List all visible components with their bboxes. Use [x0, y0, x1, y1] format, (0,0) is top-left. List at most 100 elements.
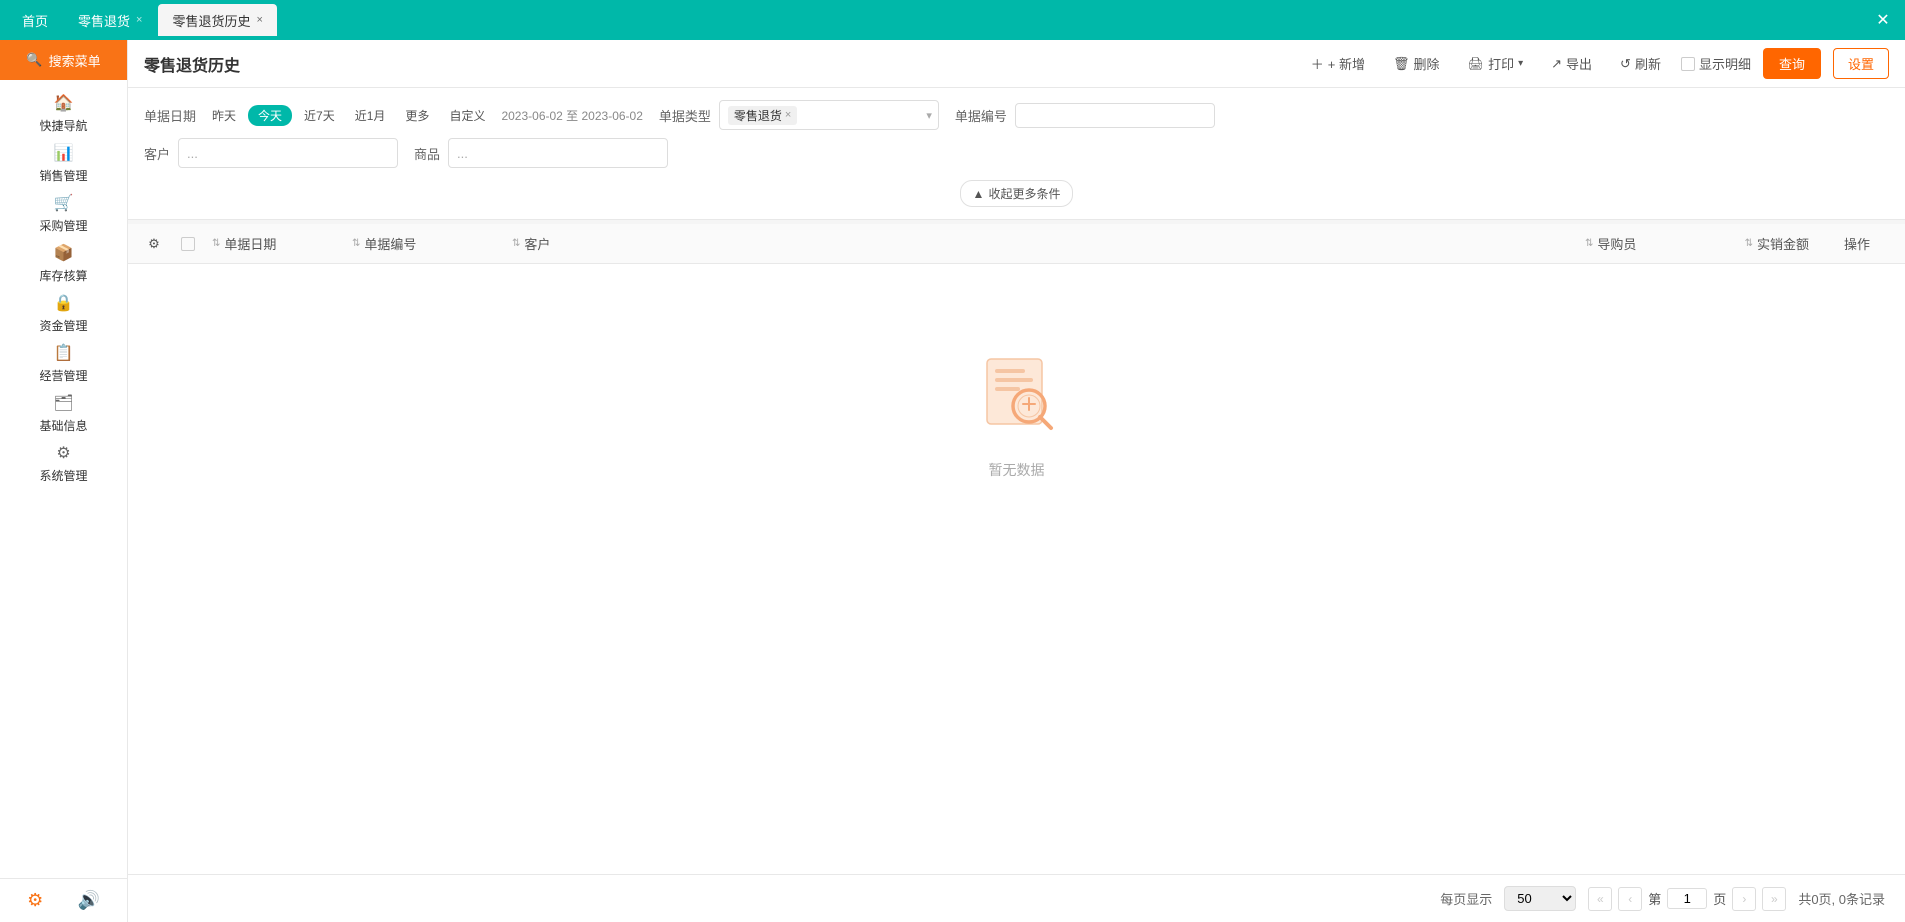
th-customer-label: 客户 — [524, 234, 550, 253]
total-info: 共0页, 0条记录 — [1798, 889, 1885, 908]
th-billno[interactable]: ⇅ 单据编号 — [344, 234, 504, 253]
print-dropdown-icon: ▾ — [1518, 58, 1523, 69]
sidebar-item-system[interactable]: ⚙ 系统管理 — [0, 438, 127, 488]
main-layout: 🔍 搜索菜单 🏠 快捷导航 📊 销售管理 🛒 采购管理 📦 库存核算 🔒 — [0, 40, 1905, 922]
empty-state: 暂无数据 — [128, 264, 1905, 560]
clipboard-icon: 📋 — [54, 343, 74, 363]
collapse-icon: ▲ — [973, 187, 985, 201]
th-customer[interactable]: ⇅ 客户 — [504, 234, 1577, 253]
bill-type-tag-close[interactable]: × — [785, 109, 791, 121]
collapse-filter-button[interactable]: ▲ 收起更多条件 — [960, 180, 1074, 207]
sidebar-item-finance[interactable]: 🔒 资金管理 — [0, 288, 127, 338]
new-label: + 新增 — [1328, 54, 1365, 73]
window-close-button[interactable]: ✕ — [1869, 6, 1897, 34]
select-all-checkbox[interactable] — [181, 237, 195, 251]
sidebar-item-operations[interactable]: 📋 经营管理 — [0, 338, 127, 388]
next-page-btn[interactable]: › — [1732, 887, 1756, 911]
setting-button[interactable]: 设置 — [1833, 48, 1889, 79]
tab-return-history-label: 零售退货历史 — [172, 11, 250, 30]
database-icon: 🗂 — [53, 393, 73, 413]
export-label: 导出 — [1566, 54, 1592, 73]
custom-btn[interactable]: 自定义 — [441, 105, 493, 126]
sidebar-item-quick-nav-label: 快捷导航 — [39, 117, 87, 134]
sidebar-item-quick-nav[interactable]: 🏠 快捷导航 — [0, 88, 127, 138]
goods-select[interactable]: ... — [448, 138, 668, 168]
yesterday-btn[interactable]: 昨天 — [204, 105, 244, 126]
th-amount-label: 实销金额 — [1757, 234, 1809, 253]
tab-return-close[interactable]: × — [136, 14, 142, 26]
export-icon: ↗ — [1551, 56, 1562, 72]
gear-icon: ⚙ — [56, 443, 70, 463]
sidebar-item-base-info-label: 基础信息 — [39, 417, 87, 434]
show-detail-checkbox[interactable] — [1681, 57, 1695, 71]
sidebar-item-base-info[interactable]: 🗂 基础信息 — [0, 388, 127, 438]
table-header: ⚙ ⇅ 单据日期 ⇅ 单据编号 ⇅ 客户 ⇅ — [128, 224, 1905, 264]
last-page-btn[interactable]: » — [1762, 887, 1786, 911]
column-settings-icon[interactable]: ⚙ — [148, 236, 160, 252]
customer-filter-item: 客户 ... — [144, 138, 398, 168]
volume-icon[interactable]: 🔊 — [77, 890, 99, 911]
goods-placeholder: ... — [457, 146, 468, 161]
th-guide-label: 导购员 — [1597, 234, 1636, 253]
per-page-select[interactable]: 20 50 100 — [1504, 886, 1576, 911]
th-date[interactable]: ⇅ 单据日期 — [204, 234, 344, 253]
sidebar-menu: 🏠 快捷导航 📊 销售管理 🛒 采购管理 📦 库存核算 🔒 资金管理 📋 — [0, 80, 127, 878]
top-bar-right: ✕ — [1869, 6, 1897, 34]
settings-bottom-icon[interactable]: ⚙ — [27, 890, 43, 911]
bill-type-label: 单据类型 — [659, 106, 711, 125]
filter-row-1: 单据日期 昨天 今天 近7天 近1月 更多 自定义 2023-06-02 至 2… — [144, 100, 1889, 130]
bill-no-input[interactable] — [1015, 103, 1215, 128]
bill-type-tag: 零售退货 × — [728, 106, 797, 125]
delete-button[interactable]: 🗑 删除 — [1385, 50, 1448, 77]
customer-placeholder: ... — [187, 146, 198, 161]
tab-home-label: 首页 — [22, 11, 48, 30]
tab-return-history[interactable]: 零售退货历史 × — [158, 4, 276, 36]
box-icon: 📦 — [54, 243, 74, 263]
sort-up-icon3: ⇅ — [512, 238, 520, 249]
page-input[interactable] — [1667, 888, 1707, 909]
th-settings[interactable]: ⚙ — [136, 236, 172, 252]
search-icon: 🔍 — [26, 52, 42, 68]
print-button[interactable]: 🖨 打印 ▾ — [1460, 50, 1532, 77]
sidebar-item-purchase[interactable]: 🛒 采购管理 — [0, 188, 127, 238]
more-btn[interactable]: 更多 — [397, 105, 437, 126]
sidebar-item-inventory[interactable]: 📦 库存核算 — [0, 238, 127, 288]
prev-page-btn[interactable]: ‹ — [1618, 887, 1642, 911]
query-button[interactable]: 查询 — [1763, 48, 1821, 79]
bill-type-filter-item: 单据类型 零售退货 × ▾ — [659, 100, 939, 130]
collapse-label: 收起更多条件 — [988, 185, 1060, 202]
cart-icon: 🛒 — [54, 193, 74, 213]
first-page-btn[interactable]: « — [1588, 887, 1612, 911]
tab-home[interactable]: 首页 — [8, 4, 62, 36]
tab-return[interactable]: 零售退货 × — [64, 4, 156, 36]
sidebar-item-sales[interactable]: 📊 销售管理 — [0, 138, 127, 188]
bill-type-select[interactable]: 零售退货 × ▾ — [719, 100, 939, 130]
tab-return-history-close[interactable]: × — [256, 14, 262, 26]
sidebar-item-operations-label: 经营管理 — [39, 367, 87, 384]
th-checkbox[interactable] — [172, 237, 204, 251]
sidebar-search-button[interactable]: 🔍 搜索菜单 — [0, 40, 127, 80]
refresh-button[interactable]: ↺ 刷新 — [1612, 50, 1669, 77]
date-buttons: 昨天 今天 近7天 近1月 更多 自定义 — [204, 105, 493, 126]
per-page-label: 每页显示 — [1440, 889, 1492, 908]
7days-btn[interactable]: 近7天 — [296, 105, 343, 126]
refresh-icon: ↺ — [1620, 56, 1631, 72]
goods-label: 商品 — [414, 144, 440, 163]
th-guide[interactable]: ⇅ 导购员 — [1577, 234, 1697, 253]
pagination-nav: « ‹ 第 页 › » — [1588, 887, 1786, 911]
empty-icon — [967, 344, 1067, 444]
show-detail-toggle[interactable]: 显示明细 — [1681, 54, 1751, 73]
delete-label: 删除 — [1414, 54, 1440, 73]
th-amount[interactable]: ⇅ 实销金额 — [1697, 234, 1817, 253]
content-area: 零售退货历史 ＋ + 新增 🗑 删除 🖨 打印 ▾ ↗ 导出 — [128, 40, 1905, 922]
sort-up-icon5: ⇅ — [1745, 238, 1753, 249]
page-unit: 页 — [1713, 889, 1726, 908]
sidebar: 🔍 搜索菜单 🏠 快捷导航 📊 销售管理 🛒 采购管理 📦 库存核算 🔒 — [0, 40, 128, 922]
customer-select[interactable]: ... — [178, 138, 398, 168]
date-range-display: 2023-06-02 至 2023-06-02 — [501, 107, 642, 124]
1month-btn[interactable]: 近1月 — [347, 105, 394, 126]
today-btn[interactable]: 今天 — [248, 105, 292, 126]
filter-area: 单据日期 昨天 今天 近7天 近1月 更多 自定义 2023-06-02 至 2… — [128, 88, 1905, 220]
new-button[interactable]: ＋ + 新增 — [1303, 50, 1373, 77]
export-button[interactable]: ↗ 导出 — [1543, 50, 1600, 77]
